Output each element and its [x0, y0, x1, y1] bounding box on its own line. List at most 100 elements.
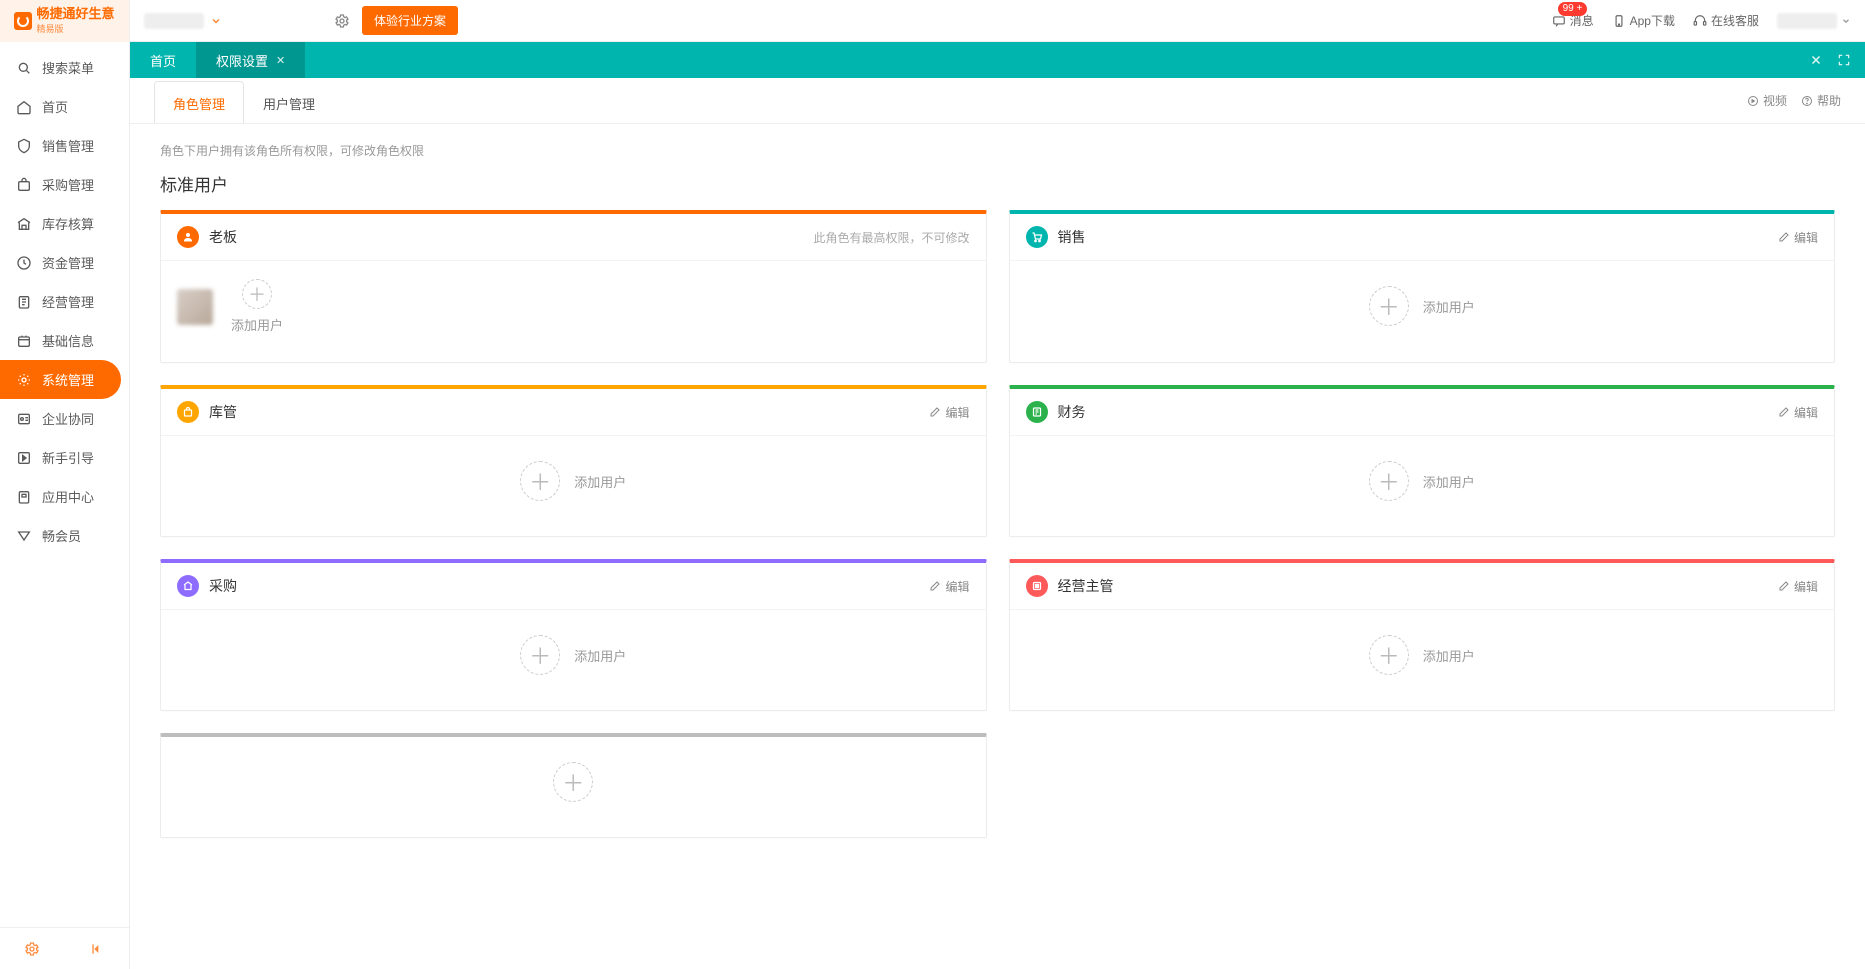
card-body: ＋ 添加用户 [161, 436, 986, 536]
add-user-button[interactable]: ＋添加用户 [520, 635, 626, 675]
add-user-label: 添加用户 [574, 472, 626, 491]
messages-badge: 99 + [1558, 2, 1588, 16]
fullscreen-icon[interactable] [1837, 53, 1851, 67]
video-help-link[interactable]: 视频 [1747, 92, 1787, 109]
nav: 搜索菜单首页销售管理采购管理库存核算资金管理经营管理基础信息系统管理企业协同新手… [0, 42, 129, 927]
plus-icon: ＋ [520, 461, 560, 501]
nav-item-12[interactable]: 畅会员 [0, 516, 129, 555]
org-selector[interactable] [144, 13, 324, 29]
subtab-1[interactable]: 用户管理 [244, 81, 334, 123]
close-all-tabs-icon[interactable] [1809, 53, 1823, 67]
logo-icon [14, 12, 32, 30]
nav-item-0[interactable]: 搜索菜单 [0, 48, 129, 87]
video-help-label: 视频 [1763, 92, 1787, 109]
edit-role-button[interactable]: 编辑 [1778, 404, 1818, 421]
edit-label: 编辑 [945, 404, 969, 421]
add-user-button[interactable]: ＋ [553, 762, 593, 802]
support-button[interactable]: 在线客服 [1693, 12, 1759, 29]
nav-item-5[interactable]: 资金管理 [0, 243, 129, 282]
edit-label: 编辑 [1794, 404, 1818, 421]
add-user-label: 添加用户 [574, 646, 626, 665]
play-circle-icon [1747, 95, 1759, 107]
tab-1[interactable]: 权限设置✕ [196, 42, 305, 78]
nav-item-8[interactable]: 系统管理 [0, 360, 121, 399]
nav-label: 畅会员 [42, 526, 81, 545]
tabstrip: 首页权限设置✕ [130, 42, 1865, 78]
edit-role-button[interactable]: 编辑 [929, 404, 969, 421]
headset-icon [1693, 14, 1707, 28]
page-description: 角色下用户拥有该角色所有权限，可修改角色权限 [130, 124, 1865, 163]
role-icon [1026, 401, 1048, 423]
industry-solution-button[interactable]: 体验行业方案 [362, 6, 458, 35]
app-download-button[interactable]: App下载 [1612, 12, 1675, 29]
nav-icon [16, 216, 32, 232]
role-name: 老板 [209, 227, 237, 247]
add-user-button[interactable]: ＋ 添加用户 [231, 279, 283, 334]
role-icon [177, 401, 199, 423]
pencil-icon [929, 580, 941, 592]
nav-label: 企业协同 [42, 409, 94, 428]
nav-item-10[interactable]: 新手引导 [0, 438, 129, 477]
nav-icon [16, 255, 32, 271]
pencil-icon [929, 406, 941, 418]
nav-item-11[interactable]: 应用中心 [0, 477, 129, 516]
plus-icon: ＋ [1369, 286, 1409, 326]
nav-icon [16, 177, 32, 193]
add-user-button[interactable]: ＋ 添加用户 [1369, 635, 1475, 675]
nav-label: 基础信息 [42, 331, 94, 350]
support-label: 在线客服 [1711, 12, 1759, 29]
nav-icon [16, 528, 32, 544]
nav-item-1[interactable]: 首页 [0, 87, 129, 126]
nav-item-3[interactable]: 采购管理 [0, 165, 129, 204]
plus-icon: ＋ [553, 762, 593, 802]
nav-item-9[interactable]: 企业协同 [0, 399, 129, 438]
sidebar: 畅捷通好生意 精易版 搜索菜单首页销售管理采购管理库存核算资金管理经营管理基础信… [0, 0, 130, 969]
edit-label: 编辑 [1794, 578, 1818, 595]
help-link[interactable]: 帮助 [1801, 92, 1841, 109]
add-user-label: 添加用户 [1423, 646, 1475, 665]
nav-label: 经营管理 [42, 292, 94, 311]
nav-label: 新手引导 [42, 448, 94, 467]
nav-item-4[interactable]: 库存核算 [0, 204, 129, 243]
nav-item-2[interactable]: 销售管理 [0, 126, 129, 165]
role-icon [177, 575, 199, 597]
tab-0[interactable]: 首页 [130, 42, 196, 78]
subtab-0[interactable]: 角色管理 [154, 81, 244, 123]
role-name: 库管 [209, 402, 237, 422]
add-user-button[interactable]: ＋添加用户 [1369, 461, 1475, 501]
card-body: ＋ 添加用户 [161, 261, 986, 362]
add-user-label: 添加用户 [231, 315, 283, 334]
role-icon [177, 226, 199, 248]
collapse-icon[interactable] [89, 941, 105, 957]
nav-label: 系统管理 [42, 370, 94, 389]
user-avatar[interactable] [177, 289, 213, 325]
nav-item-7[interactable]: 基础信息 [0, 321, 129, 360]
card-body: ＋添加用户 [1010, 261, 1835, 361]
add-user-button[interactable]: ＋添加用户 [1369, 286, 1475, 326]
edit-role-button[interactable]: 编辑 [1778, 578, 1818, 595]
card-header: 库管 编辑 [161, 389, 986, 436]
card-body: ＋添加用户 [1010, 436, 1835, 536]
messages-button[interactable]: 99 + 消息 [1552, 12, 1594, 29]
card-header: 采购编辑 [161, 563, 986, 610]
pencil-icon [1778, 231, 1790, 243]
logo[interactable]: 畅捷通好生意 精易版 [0, 0, 129, 42]
org-settings-icon[interactable] [334, 13, 352, 29]
nav-item-6[interactable]: 经营管理 [0, 282, 129, 321]
role-card-6: ＋ [160, 733, 987, 838]
plus-icon: ＋ [1369, 635, 1409, 675]
topbar: 体验行业方案 99 + 消息 App下载 在线客服 [130, 0, 1865, 42]
logo-title: 畅捷通好生意 [36, 7, 114, 21]
edit-role-button[interactable]: 编辑 [1778, 229, 1818, 246]
plus-icon: ＋ [242, 279, 272, 309]
tab-close-icon[interactable]: ✕ [276, 54, 285, 67]
user-menu[interactable] [1777, 13, 1851, 29]
edit-role-button[interactable]: 编辑 [929, 578, 969, 595]
settings-icon[interactable] [24, 941, 40, 957]
nav-icon [16, 294, 32, 310]
add-user-button[interactable]: ＋ 添加用户 [520, 461, 626, 501]
role-card-4: 采购编辑 ＋添加用户 [160, 559, 987, 711]
question-circle-icon [1801, 95, 1813, 107]
section-title: 标准用户 [130, 163, 1865, 210]
nav-label: 应用中心 [42, 487, 94, 506]
